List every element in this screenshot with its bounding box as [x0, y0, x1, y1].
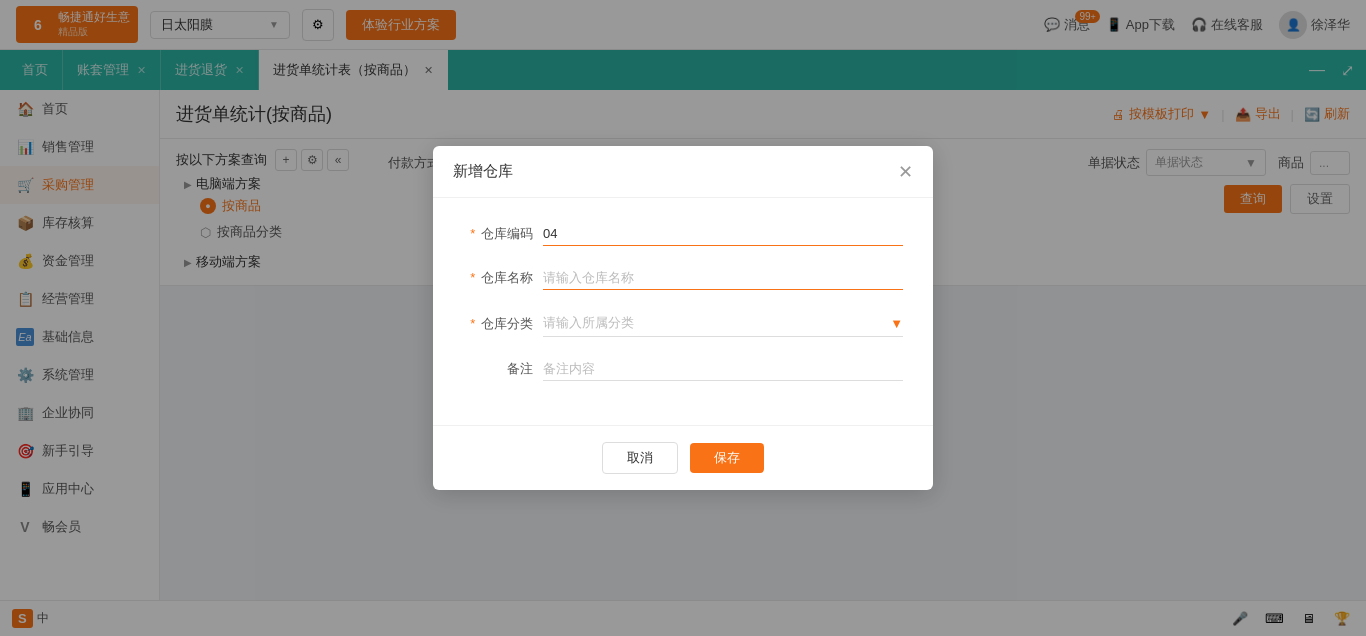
form-row-name: * 仓库名称 — [463, 266, 903, 290]
modal-overlay[interactable]: 新增仓库 ✕ * 仓库编码 * 仓库名称 — [0, 0, 1366, 636]
dialog-body: * 仓库编码 * 仓库名称 * 仓库分类 请输入所属 — [433, 198, 933, 425]
dialog-close-button[interactable]: ✕ — [898, 163, 913, 181]
save-button[interactable]: 保存 — [690, 443, 764, 473]
required-star: * — [470, 226, 475, 241]
form-row-category: * 仓库分类 请输入所属分类 ▼ — [463, 310, 903, 337]
category-chevron-icon: ▼ — [890, 316, 903, 331]
dialog-header: 新增仓库 ✕ — [433, 146, 933, 198]
note-label: 备注 — [463, 360, 543, 378]
cancel-button[interactable]: 取消 — [602, 442, 678, 474]
category-label: * 仓库分类 — [463, 315, 543, 333]
new-warehouse-dialog: 新增仓库 ✕ * 仓库编码 * 仓库名称 — [433, 146, 933, 490]
form-row-code: * 仓库编码 — [463, 222, 903, 246]
required-star-category: * — [470, 316, 475, 331]
code-label: * 仓库编码 — [463, 225, 543, 243]
category-placeholder: 请输入所属分类 — [543, 314, 634, 332]
required-star-name: * — [470, 270, 475, 285]
dialog-title: 新增仓库 — [453, 162, 513, 181]
category-select[interactable]: 请输入所属分类 ▼ — [543, 310, 903, 337]
name-label: * 仓库名称 — [463, 269, 543, 287]
form-row-note: 备注 — [463, 357, 903, 381]
dialog-footer: 取消 保存 — [433, 425, 933, 490]
note-input[interactable] — [543, 357, 903, 381]
warehouse-code-input[interactable] — [543, 222, 903, 246]
warehouse-name-input[interactable] — [543, 266, 903, 290]
